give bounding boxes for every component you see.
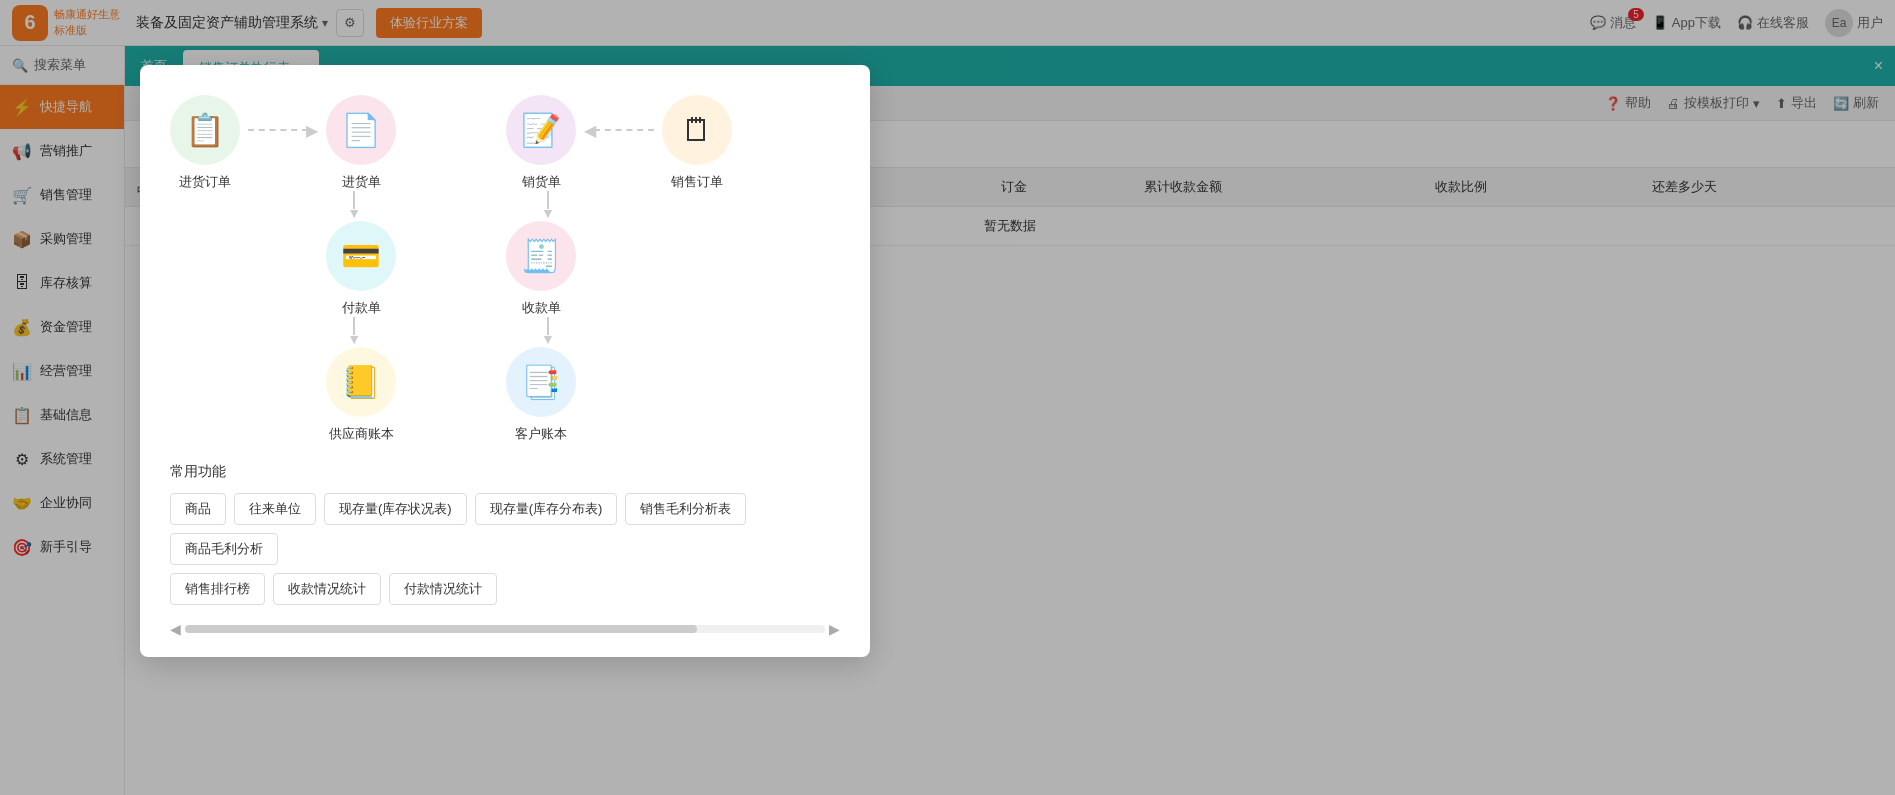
payment-order-icon: 💳	[326, 221, 396, 291]
purchase-order-node[interactable]: 📋 进货订单	[170, 95, 240, 191]
receipt-order-icon: 🧾	[506, 221, 576, 291]
purchase-order-icon: 📋	[170, 95, 240, 165]
purchase-bill-node[interactable]: 📄 进货单	[326, 95, 396, 191]
receipt-order-label: 收款单	[522, 299, 561, 317]
purchase-order-label: 进货订单	[179, 173, 231, 191]
purchase-bill-label: 进货单	[342, 173, 381, 191]
cf-btn-inventory-status[interactable]: 现存量(库存状况表)	[324, 493, 467, 525]
cf-btn-goods[interactable]: 商品	[170, 493, 226, 525]
scroll-right-arrow[interactable]: ▶	[829, 621, 840, 637]
common-functions-buttons: 商品 往来单位 现存量(库存状况表) 现存量(库存分布表) 销售毛利分析表 商品…	[170, 493, 840, 565]
payment-order-node[interactable]: 💳 付款单	[326, 221, 396, 317]
customer-ledger-label: 客户账本	[515, 425, 567, 443]
sales-bill-icon: 📝	[506, 95, 576, 165]
scroll-thumb[interactable]	[185, 625, 697, 633]
cf-btn-sales-rank[interactable]: 销售排行榜	[170, 573, 265, 605]
cf-btn-goods-profit[interactable]: 商品毛利分析	[170, 533, 278, 565]
cf-btn-inventory-dist[interactable]: 现存量(库存分布表)	[475, 493, 618, 525]
payment-order-label: 付款单	[342, 299, 381, 317]
sales-bill-node[interactable]: 📝 销货单	[506, 95, 576, 191]
cf-btn-sales-profit[interactable]: 销售毛利分析表	[625, 493, 746, 525]
common-functions-buttons-row2: 销售排行榜 收款情况统计 付款情况统计	[170, 573, 840, 605]
scroll-left-arrow[interactable]: ◀	[170, 621, 181, 637]
sales-order-node[interactable]: 🗒 销售订单	[662, 95, 732, 191]
modal-scrollbar[interactable]: ◀ ▶	[170, 621, 840, 637]
common-functions-title: 常用功能	[170, 463, 840, 481]
purchase-bill-icon: 📄	[326, 95, 396, 165]
customer-ledger-icon: 📑	[506, 347, 576, 417]
customer-ledger-node[interactable]: 📑 客户账本	[506, 347, 576, 443]
sales-order-label: 销售订单	[671, 173, 723, 191]
common-functions: 常用功能 商品 往来单位 现存量(库存状况表) 现存量(库存分布表) 销售毛利分…	[170, 463, 840, 605]
supplier-ledger-icon: 📒	[326, 347, 396, 417]
sales-bill-label: 销货单	[522, 173, 561, 191]
receipt-order-node[interactable]: 🧾 收款单	[506, 221, 576, 317]
cf-btn-payment-stats[interactable]: 付款情况统计	[389, 573, 497, 605]
supplier-ledger-label: 供应商账本	[329, 425, 394, 443]
cf-btn-contacts[interactable]: 往来单位	[234, 493, 316, 525]
flow-modal: 📋 进货订单 ▶ 📄 进货单	[140, 65, 870, 657]
sales-order-icon: 🗒	[662, 95, 732, 165]
scroll-track[interactable]	[185, 625, 825, 633]
supplier-ledger-node[interactable]: 📒 供应商账本	[326, 347, 396, 443]
cf-btn-receipt-stats[interactable]: 收款情况统计	[273, 573, 381, 605]
